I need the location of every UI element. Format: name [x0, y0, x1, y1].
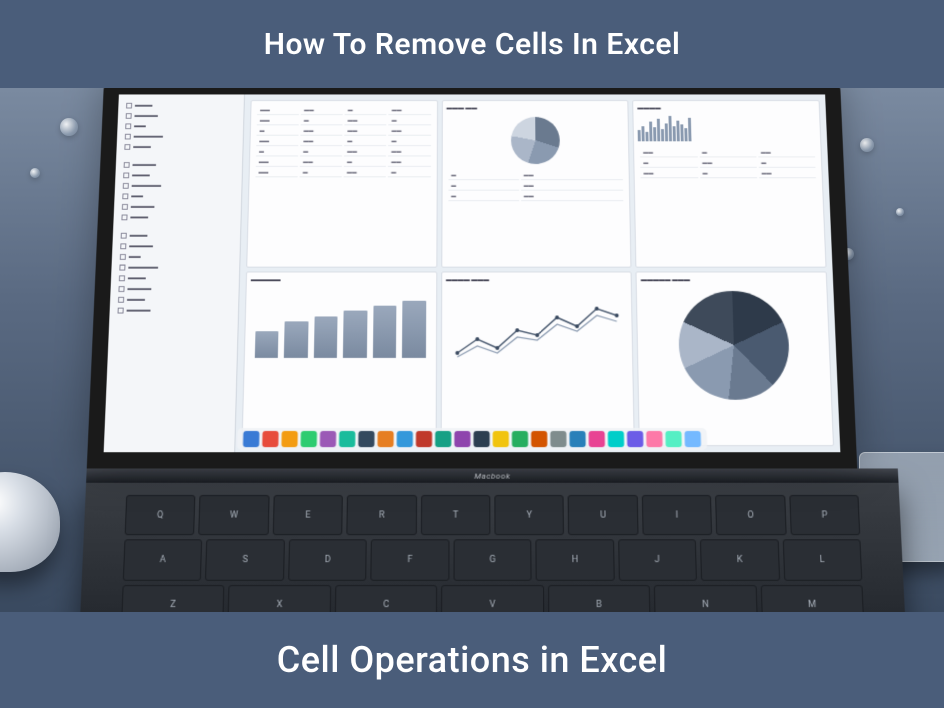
bar-chart	[249, 285, 432, 364]
keyboard-key: H	[536, 540, 615, 581]
bar-chart-panel: ▬▬▬▬▬	[241, 272, 437, 447]
header-banner: How To Remove Cells In Excel	[0, 0, 944, 88]
dock-app-icon	[684, 431, 701, 447]
dock-app-icon	[454, 431, 470, 447]
dock-app-icon	[416, 431, 432, 447]
keyboard-key: P	[789, 495, 860, 535]
dock-app-icon	[320, 431, 336, 447]
keyboard-key: N	[654, 585, 757, 612]
keyboard-key: C	[335, 585, 438, 612]
laptop-keyboard: QWERTYUIOP ASDFGHJKL ZXCVBNM	[79, 483, 906, 612]
pie-small-panel: ▬▬▬ ▬▬ ▬▬▬ ▬▬▬ ▬▬▬	[441, 100, 632, 268]
line-chart	[446, 291, 629, 380]
dock-app-icon	[531, 431, 547, 447]
keyboard-key: Y	[494, 495, 564, 535]
dock-app-icon	[646, 431, 663, 447]
laptop-brand-label: Macbook	[86, 468, 898, 482]
pie-chart-large-icon	[677, 291, 790, 400]
line-chart-panel: ▬▬▬▬ ▬▬▬	[440, 272, 635, 447]
laptop: ▬▬▬ ▬▬▬▬ ▬▬ ▬▬▬▬▬ ▬▬▬ ▬▬▬▬ ▬▬▬ ▬▬▬▬▬ ▬▬ …	[79, 88, 865, 612]
keyboard-key: E	[273, 495, 343, 535]
keyboard-key: F	[371, 540, 450, 581]
keyboard-key: J	[618, 540, 697, 581]
keyboard-key: B	[548, 585, 651, 612]
micro-bars-panel: ▬▬▬▬ ▬▬▬▬▬ ▬▬▬▬ ▬▬▬▬▬	[632, 100, 826, 268]
keyboard-key: D	[288, 540, 367, 581]
dock-app-icon	[550, 431, 566, 447]
page-title: How To Remove Cells In Excel	[264, 27, 681, 62]
dock-app-icon	[569, 431, 585, 447]
dock-app-icon	[512, 431, 528, 447]
dock-app-icon	[339, 431, 355, 447]
keyboard-key: G	[453, 540, 532, 581]
dock-app-icon	[397, 431, 413, 447]
keyboard-key: I	[642, 495, 713, 535]
keyboard-key: O	[715, 495, 786, 535]
data-table-panel: ▬▬▬▬▬▬▬ ▬▬▬▬▬▬ ▬▬▬▬▬▬▬ ▬▬▬▬▬▬ ▬▬▬▬▬▬ ▬▬▬…	[246, 100, 437, 268]
spreadsheet-content: ▬▬▬▬▬▬▬ ▬▬▬▬▬▬ ▬▬▬▬▬▬▬ ▬▬▬▬▬▬ ▬▬▬▬▬▬ ▬▬▬…	[235, 94, 840, 452]
keyboard-key: X	[228, 585, 331, 612]
macos-dock	[237, 428, 707, 450]
keyboard-key: A	[123, 540, 203, 581]
keyboard-key: R	[347, 495, 417, 535]
dock-app-icon	[281, 431, 298, 447]
pie-chart-icon	[511, 117, 560, 164]
spreadsheet-sidebar: ▬▬▬ ▬▬▬▬ ▬▬ ▬▬▬▬▬ ▬▬▬ ▬▬▬▬ ▬▬▬ ▬▬▬▬▬ ▬▬ …	[104, 94, 245, 452]
footer-banner: Cell Operations in Excel	[0, 612, 944, 708]
keyboard-key: L	[782, 540, 862, 581]
footer-title: Cell Operations in Excel	[277, 639, 668, 681]
coffee-cup	[0, 472, 60, 572]
dock-app-icon	[358, 431, 374, 447]
keyboard-key: S	[205, 540, 284, 581]
keyboard-key: M	[760, 585, 864, 612]
keyboard-key: W	[199, 495, 270, 535]
hero-image: ▬▬▬ ▬▬▬▬ ▬▬ ▬▬▬▬▬ ▬▬▬ ▬▬▬▬ ▬▬▬ ▬▬▬▬▬ ▬▬ …	[0, 88, 944, 612]
dock-app-icon	[435, 431, 451, 447]
bubble-decoration	[860, 138, 874, 152]
sparkline-bars	[638, 113, 817, 141]
laptop-screen: ▬▬▬ ▬▬▬▬ ▬▬ ▬▬▬▬▬ ▬▬▬ ▬▬▬▬ ▬▬▬ ▬▬▬▬▬ ▬▬ …	[87, 88, 858, 468]
dock-app-icon	[262, 431, 279, 447]
keyboard-key: T	[421, 495, 491, 535]
dock-app-icon	[243, 431, 260, 447]
keyboard-key: V	[441, 585, 544, 612]
dock-app-icon	[627, 431, 643, 447]
dock-app-icon	[665, 431, 682, 447]
dock-app-icon	[493, 431, 509, 447]
dock-app-icon	[608, 431, 624, 447]
keyboard-key: U	[568, 495, 638, 535]
bubble-decoration	[30, 168, 40, 178]
keyboard-key: Q	[125, 495, 196, 535]
keyboard-key: K	[700, 540, 780, 581]
bubble-decoration	[60, 118, 78, 136]
bubble-decoration	[896, 208, 904, 216]
dock-app-icon	[301, 431, 317, 447]
dock-app-icon	[474, 431, 490, 447]
dock-app-icon	[377, 431, 393, 447]
dock-app-icon	[589, 431, 605, 447]
pie-large-panel: ▬▬▬▬▬ ▬▬▬	[636, 272, 834, 447]
keyboard-key: Z	[121, 585, 225, 612]
